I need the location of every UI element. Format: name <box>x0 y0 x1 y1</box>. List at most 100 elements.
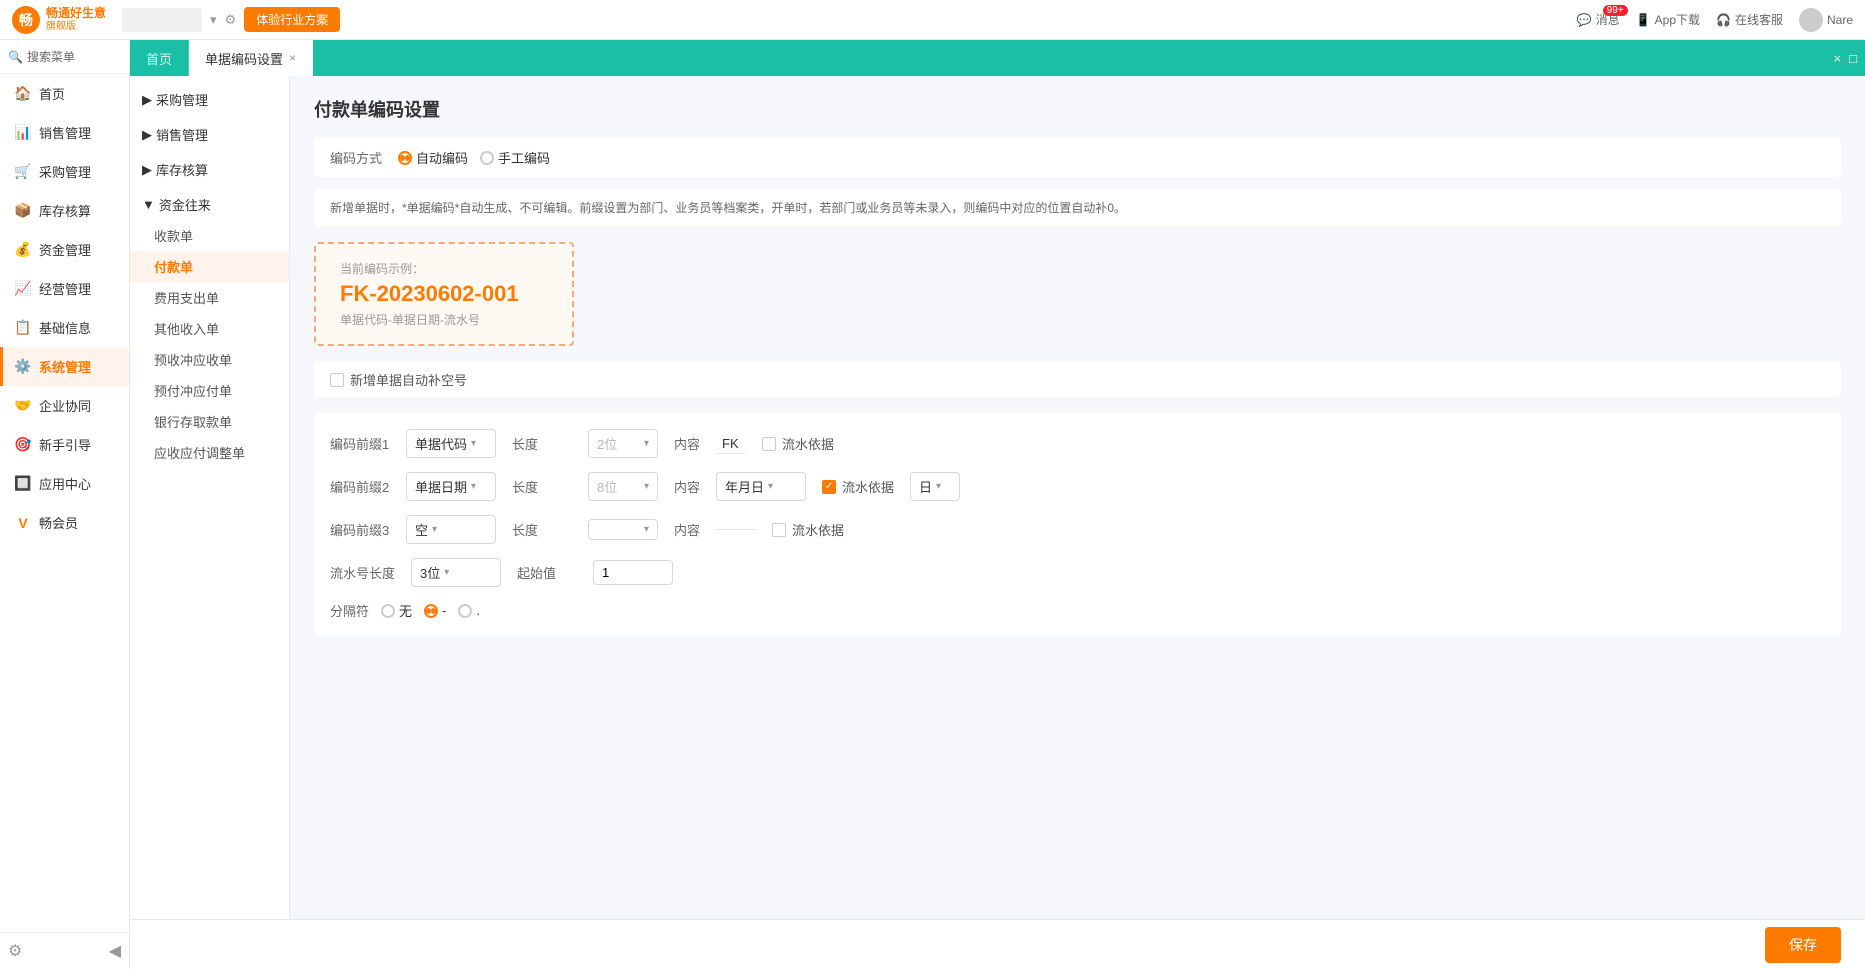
basic-icon: 📋 <box>15 320 31 336</box>
prefix2-length-input[interactable]: 8位 ▾ <box>588 472 658 501</box>
tabs-bar: 首页 单据编码设置 × × □ <box>130 40 1865 76</box>
serial-length-select[interactable]: 3位 ▾ <box>411 558 501 587</box>
prefix2-serial-checkbox[interactable]: ✓ 流水依据 <box>822 477 894 496</box>
inventory-icon: 📦 <box>15 203 31 219</box>
prefix3-serial-checkbox-box[interactable] <box>772 523 786 537</box>
operations-icon: 📈 <box>15 281 31 297</box>
prefix1-content-value: FK <box>716 434 746 454</box>
user-area[interactable]: Nare <box>1799 8 1853 32</box>
sidebar-item-basic[interactable]: 📋 基础信息 <box>0 308 129 347</box>
sub-item-receipt[interactable]: 收款单 <box>130 220 289 251</box>
main-panel: 付款单编码设置 编码方式 自动编码 手工编码 <box>290 76 1865 919</box>
sidebar: 🔍 搜索菜单 🏠 首页 📊 销售管理 🛒 采购管理 📦 库存核算 💰 资金管理 … <box>0 40 130 969</box>
member-icon: V <box>15 515 31 531</box>
sep-none-radio[interactable] <box>381 604 395 618</box>
sub-group-sales-title[interactable]: ▶ 销售管理 <box>130 119 289 150</box>
sep-dash-option[interactable]: - <box>424 603 446 618</box>
manual-encode-radio[interactable] <box>480 151 494 165</box>
sep-none-option[interactable]: 无 <box>381 601 412 620</box>
sub-group-capital: ▼ 资金往来 收款单 付款单 费用支出单 其他收入单 <box>130 189 289 468</box>
prefix2-day-chevron-icon: ▾ <box>936 481 941 492</box>
guide-icon: 🎯 <box>15 437 31 453</box>
prefix2-content-label: 内容 <box>674 477 700 496</box>
collapse-icon: ▶ <box>142 162 152 178</box>
search-bar[interactable] <box>122 8 202 32</box>
sub-group-stock-title[interactable]: ▶ 库存核算 <box>130 154 289 185</box>
manual-encode-option[interactable]: 手工编码 <box>480 148 550 167</box>
tab-restore-icon[interactable]: □ <box>1849 51 1857 66</box>
save-button[interactable]: 保存 <box>1765 927 1841 963</box>
sub-item-payment[interactable]: 付款单 <box>130 251 289 282</box>
sub-item-advance-receivable[interactable]: 预收冲应收单 <box>130 344 289 375</box>
prefix3-serial-checkbox[interactable]: 流水依据 <box>772 520 844 539</box>
chevron-down-icon[interactable]: ▾ <box>210 12 217 28</box>
prefix2-content-chevron-icon: ▾ <box>768 481 773 492</box>
sep-dash-radio[interactable] <box>424 604 438 618</box>
prefix1-length-input[interactable]: 2位 ▾ <box>588 429 658 458</box>
online-service-btn[interactable]: 🎧 在线客服 <box>1716 11 1783 28</box>
experience-btn[interactable]: 体验行业方案 <box>244 7 340 32</box>
sidebar-item-purchase[interactable]: 🛒 采购管理 <box>0 152 129 191</box>
prefix2-content-select[interactable]: 年月日 ▾ <box>716 472 806 501</box>
sidebar-item-enterprise[interactable]: 🤝 企业协同 <box>0 386 129 425</box>
prefix2-length-chevron-icon: ▾ <box>644 481 649 492</box>
prefix1-serial-checkbox[interactable]: 流水依据 <box>762 434 834 453</box>
prefix2-serial-checkbox-box[interactable]: ✓ <box>822 480 836 494</box>
auto-fill-checkbox[interactable]: 新增单据自动补空号 <box>330 370 467 389</box>
prefix1-serial-checkbox-box[interactable] <box>762 437 776 451</box>
sub-group-purchase-title[interactable]: ▶ 采购管理 <box>130 84 289 115</box>
top-bar: 畅 畅通好生意 旗舰版 ▾ ⚙ 体验行业方案 💬 消息 99+ 📱 App下载 … <box>0 0 1865 40</box>
collapse-sidebar-btn[interactable]: ◀ <box>109 941 121 961</box>
settings-icon[interactable]: ⚙ <box>225 12 237 28</box>
prefix2-day-select[interactable]: 日 ▾ <box>910 472 960 501</box>
start-value-input[interactable] <box>593 560 673 585</box>
sub-item-bank-deposit[interactable]: 银行存取款单 <box>130 406 289 437</box>
sidebar-item-system[interactable]: ⚙️ 系统管理 <box>0 347 129 386</box>
prefix1-length-chevron-icon: ▾ <box>644 438 649 449</box>
main-layout: 🔍 搜索菜单 🏠 首页 📊 销售管理 🛒 采购管理 📦 库存核算 💰 资金管理 … <box>0 40 1865 969</box>
right-panel: 首页 单据编码设置 × × □ ▶ 采购管理 <box>130 40 1865 969</box>
sidebar-item-sales[interactable]: 📊 销售管理 <box>0 113 129 152</box>
tab-close-icon[interactable]: × <box>289 51 296 65</box>
form-section: 编码前缀1 单据代码 ▾ 长度 2位 ▾ 内容 FK <box>314 413 1841 636</box>
prefix3-length-input[interactable]: ▾ <box>588 519 658 540</box>
bottom-settings-icon[interactable]: ⚙ <box>8 941 22 961</box>
sep-dot-option[interactable]: . <box>458 603 480 618</box>
sub-item-other-income[interactable]: 其他收入单 <box>130 313 289 344</box>
sidebar-item-member[interactable]: V 畅会员 <box>0 503 129 542</box>
prefix3-select[interactable]: 空 ▾ <box>406 515 496 544</box>
prefix2-select[interactable]: 单据日期 ▾ <box>406 472 496 501</box>
search-menu-btn[interactable]: 🔍 搜索菜单 <box>0 40 129 74</box>
system-icon: ⚙️ <box>15 359 31 375</box>
preview-format: 单据代码-单据日期-流水号 <box>340 311 548 328</box>
info-text: 新增单据时，*单据编码*自动生成、不可编辑。前缀设置为部门、业务员等档案类，开单… <box>314 189 1841 226</box>
sidebar-item-home[interactable]: 🏠 首页 <box>0 74 129 113</box>
prefix3-length-label: 长度 <box>512 520 572 539</box>
tab-home[interactable]: 首页 <box>130 40 189 76</box>
auto-encode-radio[interactable] <box>398 151 412 165</box>
bottom-bar: 保存 <box>130 919 1865 969</box>
auto-encode-option[interactable]: 自动编码 <box>398 148 468 167</box>
app-download-btn[interactable]: 📱 App下载 <box>1636 11 1700 28</box>
sub-item-expense[interactable]: 费用支出单 <box>130 282 289 313</box>
sep-dot-radio[interactable] <box>458 604 472 618</box>
prefix1-label: 编码前缀1 <box>330 434 390 453</box>
sidebar-item-apps[interactable]: 🔲 应用中心 <box>0 464 129 503</box>
sub-item-ar-ap-adjust[interactable]: 应收应付调整单 <box>130 437 289 468</box>
auto-fill-checkbox-box[interactable] <box>330 373 344 387</box>
prefix2-label: 编码前缀2 <box>330 477 390 496</box>
sidebar-item-operations[interactable]: 📈 经营管理 <box>0 269 129 308</box>
prefix1-select[interactable]: 单据代码 ▾ <box>406 429 496 458</box>
message-btn[interactable]: 💬 消息 99+ <box>1577 11 1620 28</box>
tab-encoding-settings[interactable]: 单据编码设置 × <box>189 40 313 76</box>
purchase-icon: 🛒 <box>15 164 31 180</box>
tab-min-icon[interactable]: × <box>1834 51 1842 66</box>
prefix3-label: 编码前缀3 <box>330 520 390 539</box>
collapse-icon: ▶ <box>142 127 152 143</box>
sidebar-item-inventory[interactable]: 📦 库存核算 <box>0 191 129 230</box>
prefix3-content-value <box>716 529 756 530</box>
sidebar-item-guide[interactable]: 🎯 新手引导 <box>0 425 129 464</box>
sub-group-capital-title[interactable]: ▼ 资金往来 <box>130 189 289 220</box>
sidebar-item-finance[interactable]: 💰 资金管理 <box>0 230 129 269</box>
sub-item-advance-payable[interactable]: 预付冲应付单 <box>130 375 289 406</box>
